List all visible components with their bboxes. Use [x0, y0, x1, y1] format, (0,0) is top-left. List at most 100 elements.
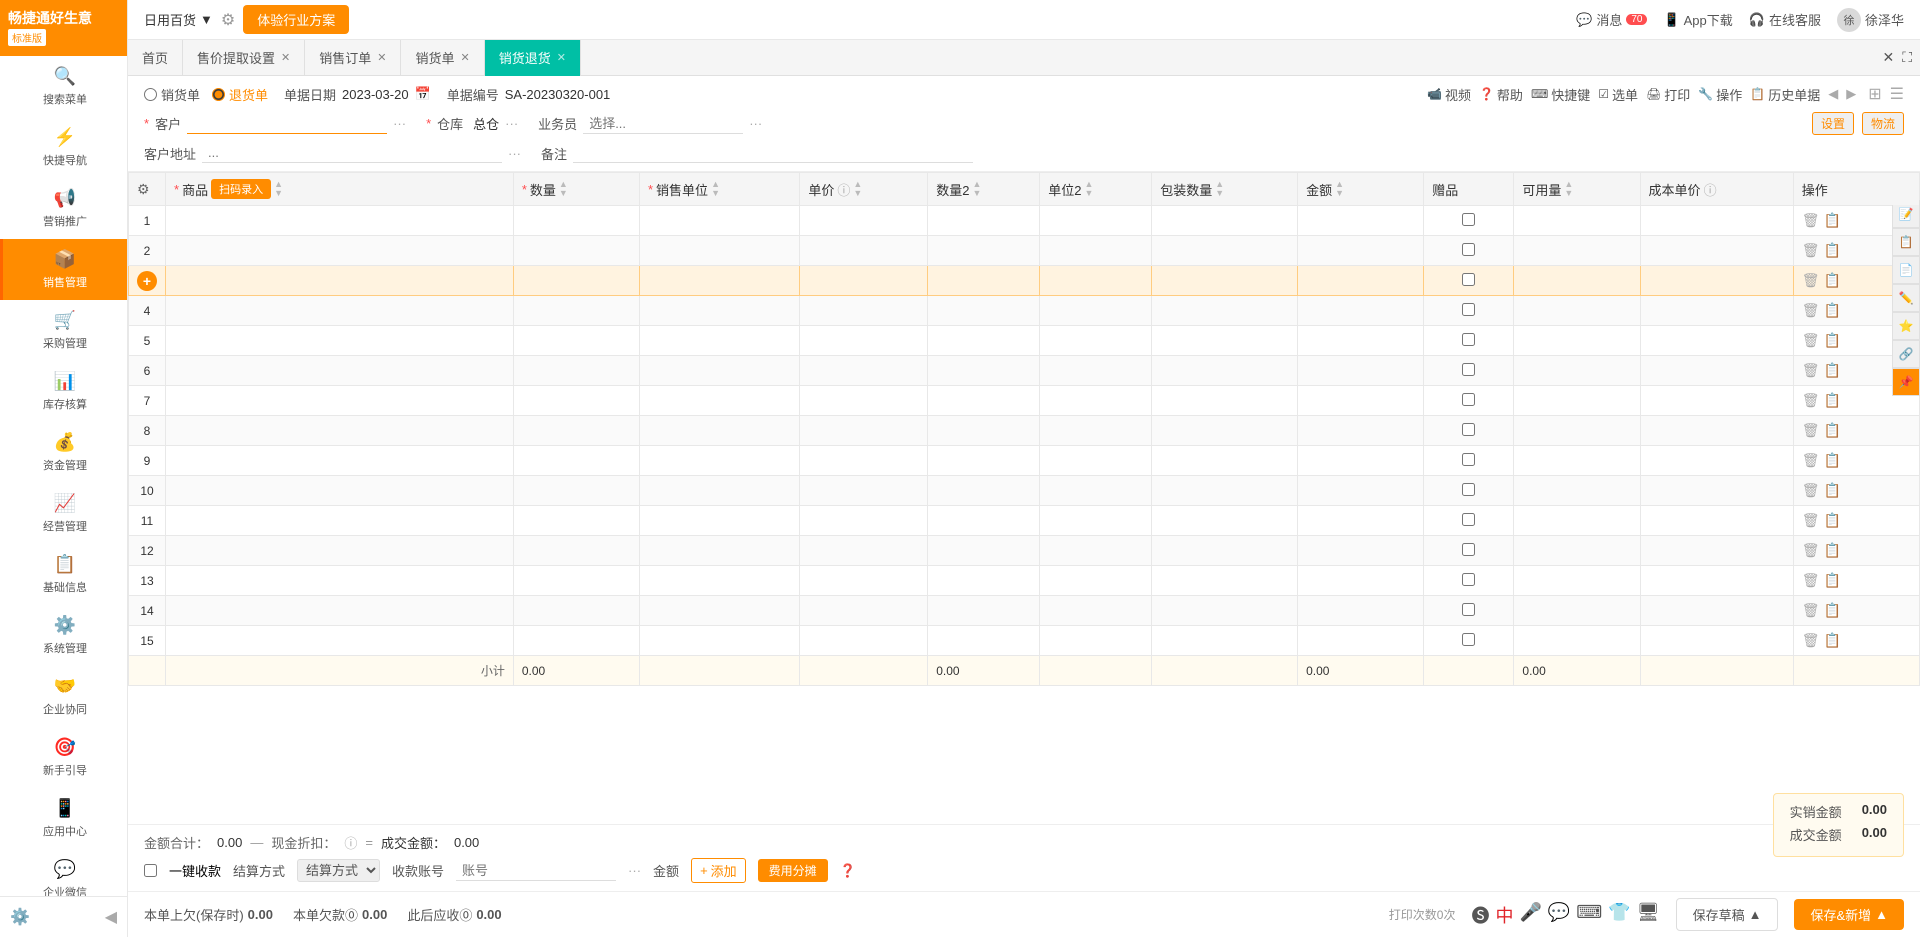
amount-cell-14[interactable] — [1298, 596, 1424, 626]
pkg-qty-cell-10[interactable] — [1152, 476, 1298, 506]
unit-cell-2[interactable] — [639, 236, 799, 266]
history-btn[interactable]: 📋 历史单据 — [1750, 85, 1820, 104]
tab-sales-order[interactable]: 销售订单 ✕ — [305, 40, 401, 76]
one-click-checkbox[interactable] — [144, 864, 157, 877]
tab-sales-return[interactable]: 销货退货 ✕ — [485, 40, 581, 76]
available-cell-4[interactable] — [1514, 296, 1640, 326]
qty-cell-11[interactable] — [513, 506, 639, 536]
sidebar-item-enterprise[interactable]: 🤝企业协同 — [0, 666, 127, 727]
settle-select[interactable]: 结算方式 — [297, 859, 380, 882]
unit-price-cell-9[interactable] — [800, 446, 928, 476]
product-cell-8[interactable] — [166, 416, 514, 446]
amount-cell-8[interactable] — [1298, 416, 1424, 446]
unit2-cell-4[interactable] — [1040, 296, 1152, 326]
gift-checkbox-8[interactable] — [1462, 423, 1475, 436]
qty-cell-4[interactable] — [513, 296, 639, 326]
unit-price-cell-14[interactable] — [800, 596, 928, 626]
radio-return-input[interactable] — [212, 88, 225, 101]
tab-price-close-icon[interactable]: ✕ — [281, 51, 290, 64]
unit-cell-3[interactable] — [639, 266, 799, 296]
unit-cell-5[interactable] — [639, 326, 799, 356]
unit-price-cell-3[interactable] — [800, 266, 928, 296]
amount-cell-13[interactable] — [1298, 566, 1424, 596]
qty2-cell-8[interactable] — [928, 416, 1040, 446]
gift-checkbox-2[interactable] — [1462, 243, 1475, 256]
delete-icon-6[interactable]: 🗑 — [1802, 362, 1820, 379]
copy-icon-6[interactable]: 📋 — [1824, 362, 1841, 379]
available-cell-14[interactable] — [1514, 596, 1640, 626]
app-download-item[interactable]: 📱 App下载 — [1663, 10, 1732, 29]
amount-cell-12[interactable] — [1298, 536, 1424, 566]
nav-prev-icon[interactable]: ◀ — [1828, 86, 1838, 102]
pkg-qty-cell-1[interactable] — [1152, 206, 1298, 236]
print-btn[interactable]: 🖨 打印 — [1646, 85, 1690, 104]
sales-rep-more-icon[interactable]: ··· — [749, 116, 762, 131]
radio-sales[interactable]: 销货单 — [144, 85, 200, 104]
product-cell-3[interactable] — [166, 266, 514, 296]
delete-icon-4[interactable]: 🗑 — [1802, 302, 1820, 319]
float-item-3[interactable]: 📄 — [1892, 256, 1920, 284]
pkg-qty-cell-7[interactable] — [1152, 386, 1298, 416]
unit-price-cell-5[interactable] — [800, 326, 928, 356]
account-input[interactable] — [456, 861, 616, 881]
unit2-cell-3[interactable] — [1040, 266, 1152, 296]
sidebar-item-wechat[interactable]: 💬企业微信 — [0, 849, 127, 896]
qty-cell-14[interactable] — [513, 596, 639, 626]
cost-price-cell-3[interactable] — [1640, 266, 1793, 296]
cost-price-cell-15[interactable] — [1640, 626, 1793, 656]
operate-btn[interactable]: 🔧 操作 — [1698, 85, 1742, 104]
gift-cell-3[interactable] — [1424, 266, 1514, 296]
delete-icon-1[interactable]: 🗑 — [1802, 212, 1820, 229]
sidebar-item-system[interactable]: ⚙️系统管理 — [0, 605, 127, 666]
product-input-3[interactable] — [174, 273, 505, 288]
message-item[interactable]: 💬 消息 70 — [1576, 10, 1647, 29]
float-item-6[interactable]: 🔗 — [1892, 340, 1920, 368]
product-cell-14[interactable] — [166, 596, 514, 626]
unit-cell-14[interactable] — [639, 596, 799, 626]
gift-checkbox-11[interactable] — [1462, 513, 1475, 526]
sidebar-item-inventory[interactable]: 📊库存核算 — [0, 361, 127, 422]
sidebar-item-shortcut[interactable]: ⚡快捷导航 — [0, 117, 127, 178]
qty-cell-15[interactable] — [513, 626, 639, 656]
copy-icon-11[interactable]: 📋 — [1824, 512, 1841, 529]
unit-price-cell-13[interactable] — [800, 566, 928, 596]
gift-cell-6[interactable] — [1424, 356, 1514, 386]
available-cell-7[interactable] — [1514, 386, 1640, 416]
gift-checkbox-3[interactable] — [1462, 273, 1475, 286]
qty2-cell-12[interactable] — [928, 536, 1040, 566]
unit-cell-4[interactable] — [639, 296, 799, 326]
settings-button[interactable]: 设置 — [1812, 112, 1854, 135]
help-btn[interactable]: ❓ 帮助 — [1479, 85, 1523, 104]
unit-price-cell-7[interactable] — [800, 386, 928, 416]
copy-icon-9[interactable]: 📋 — [1824, 452, 1841, 469]
unit-price-cell-11[interactable] — [800, 506, 928, 536]
experience-btn[interactable]: 体验行业方案 — [243, 5, 349, 34]
qty-cell-8[interactable] — [513, 416, 639, 446]
sidebar-item-search[interactable]: 🔍搜索菜单 — [0, 56, 127, 117]
copy-icon-5[interactable]: 📋 — [1824, 332, 1841, 349]
gift-checkbox-15[interactable] — [1462, 633, 1475, 646]
available-cell-15[interactable] — [1514, 626, 1640, 656]
radio-sales-input[interactable] — [144, 88, 157, 101]
unit2-cell-6[interactable] — [1040, 356, 1152, 386]
unit-cell-15[interactable] — [639, 626, 799, 656]
address-input[interactable] — [202, 143, 502, 163]
qty-cell-6[interactable] — [513, 356, 639, 386]
save-draft-button[interactable]: 保存草稿 ▲ — [1676, 898, 1779, 931]
copy-icon-3[interactable]: 📋 — [1824, 272, 1841, 289]
float-item-7[interactable]: 📌 — [1892, 368, 1920, 396]
unit-price-cell-6[interactable] — [800, 356, 928, 386]
product-cell-10[interactable] — [166, 476, 514, 506]
qty2-cell-15[interactable] — [928, 626, 1040, 656]
tab-delivery-close-icon[interactable]: ✕ — [461, 51, 470, 64]
available-cell-5[interactable] — [1514, 326, 1640, 356]
sales-rep-input[interactable] — [583, 114, 743, 134]
unit-cell-9[interactable] — [639, 446, 799, 476]
gift-cell-10[interactable] — [1424, 476, 1514, 506]
qty2-cell-9[interactable] — [928, 446, 1040, 476]
pkg-qty-cell-6[interactable] — [1152, 356, 1298, 386]
float-item-4[interactable]: ✏️ — [1892, 284, 1920, 312]
pkg-qty-cell-9[interactable] — [1152, 446, 1298, 476]
add-row-btn-footer[interactable]: + 添加 — [691, 858, 746, 883]
pkg-qty-cell-13[interactable] — [1152, 566, 1298, 596]
